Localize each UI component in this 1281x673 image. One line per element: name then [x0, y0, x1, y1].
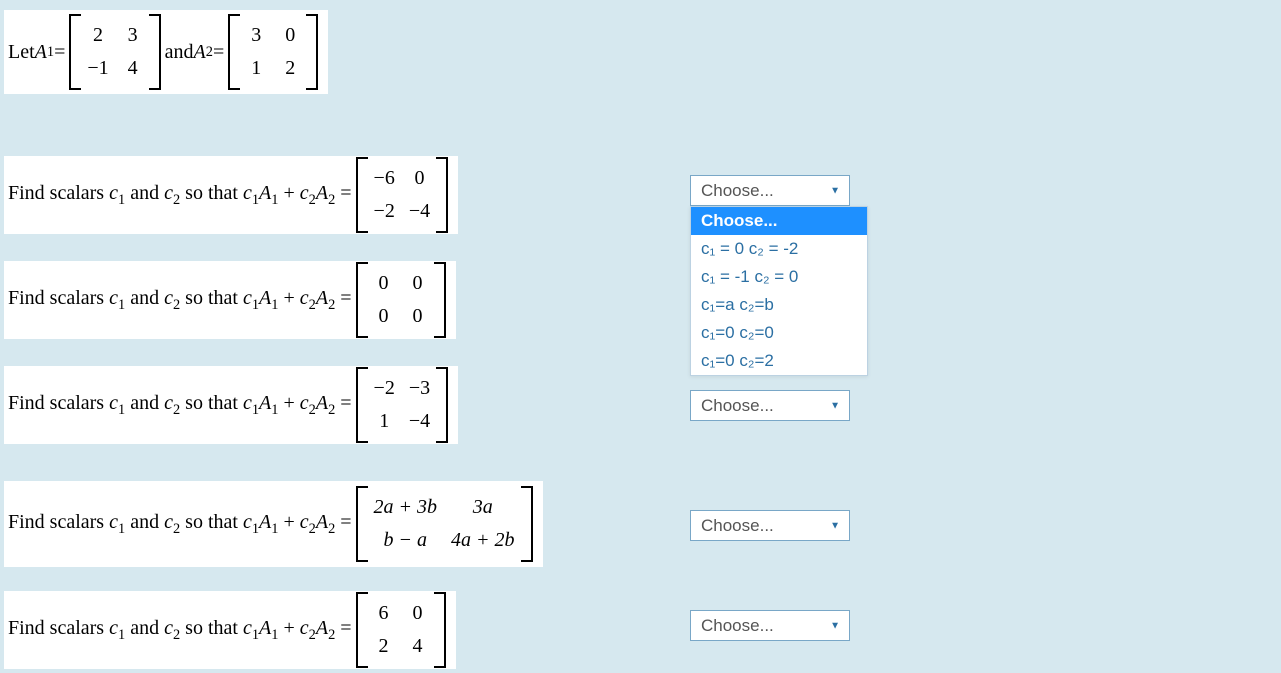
question-box-5: Find scalars c1 and c2 so that c1A1 + c2… [4, 591, 456, 669]
mcell: −4 [409, 410, 430, 433]
matrix: 2a + 3b 3a b − a 4a + 2b [356, 486, 533, 562]
answer-select-wrap-3: Choose... [690, 390, 850, 421]
matrix: 6024 [356, 592, 446, 668]
answer-select-wrap-5: Choose... [690, 610, 850, 641]
mcell: 3 [246, 24, 266, 47]
mcell: −2 [374, 377, 395, 400]
mcell: −6 [374, 167, 395, 190]
mcell: 1 [374, 410, 395, 433]
mcell: 0 [374, 305, 394, 328]
let-text: Let [8, 41, 35, 64]
prompt-text: Find scalars c1 and c2 so that c1A1 + c2… [8, 617, 352, 644]
prompt-text: Find scalars c1 and c2 so that c1A1 + c2… [8, 392, 352, 419]
mcell: 4 [123, 57, 143, 80]
matrix: −6 0 −2 −4 [356, 157, 449, 233]
question-box-2: Find scalars c1 and c2 so that c1A1 + c2… [4, 261, 456, 339]
mcell: 2a + 3b [374, 496, 438, 519]
mcell: 4a + 2b [451, 529, 515, 552]
mcell: 0 [408, 602, 428, 625]
mcell: 0 [374, 272, 394, 295]
matrix: −2 −3 1 −4 [356, 367, 449, 443]
mcell: 3 [123, 24, 143, 47]
mcell: −2 [374, 200, 395, 223]
mcell: −1 [87, 57, 108, 80]
eq1: = [54, 41, 65, 64]
answer-select-wrap-1: Choose... [690, 175, 850, 206]
prompt-text: Find scalars c1 and c2 so that c1A1 + c2… [8, 511, 352, 538]
mcell: 0 [409, 167, 430, 190]
mcell: 0 [280, 24, 300, 47]
prompt-text: Find scalars c1 and c2 so that c1A1 + c2… [8, 287, 352, 314]
mcell: −3 [409, 377, 430, 400]
mcell: 0 [408, 272, 428, 295]
mcell: 0 [408, 305, 428, 328]
answer-select-5[interactable]: Choose... [690, 610, 850, 641]
mcell: 2 [280, 57, 300, 80]
intro-box: Let A 1 = 2 3 −1 4 and A 2 = 3 0 1 2 [4, 10, 328, 94]
eq2: = [213, 41, 224, 64]
question-box-4: Find scalars c1 and c2 so that c1A1 + c2… [4, 481, 543, 567]
matrix: 0000 [356, 262, 446, 338]
answer-select-3[interactable]: Choose... [690, 390, 850, 421]
mcell: 4 [408, 635, 428, 658]
and-text: and [165, 41, 194, 64]
answer-select-4[interactable]: Choose... [690, 510, 850, 541]
answer-select-wrap-4: Choose... [690, 510, 850, 541]
mcell: 3a [451, 496, 515, 519]
matrix-A2: 3 0 1 2 [228, 14, 318, 90]
mcell: −4 [409, 200, 430, 223]
mcell: 2 [374, 635, 394, 658]
question-box-1: Find scalars c1 and c2 so that c1A1 + c2… [4, 156, 458, 234]
dropdown-option[interactable]: c₁=a c₂=b [691, 291, 867, 319]
dropdown-option[interactable]: Choose... [691, 207, 867, 235]
A2-symbol: A [194, 41, 206, 64]
A1-sub: 1 [47, 44, 54, 61]
mcell: 1 [246, 57, 266, 80]
question-box-3: Find scalars c1 and c2 so that c1A1 + c2… [4, 366, 458, 444]
dropdown-option[interactable]: c₁ = 0 c₂ = -2 [691, 235, 867, 263]
matrix-A1: 2 3 −1 4 [69, 14, 160, 90]
mcell: 2 [87, 24, 108, 47]
A1-symbol: A [35, 41, 47, 64]
mcell: 6 [374, 602, 394, 625]
dropdown-option[interactable]: c₁=0 c₂=0 [691, 319, 867, 347]
dropdown-options-list[interactable]: Choose...c₁ = 0 c₂ = -2c₁ = -1 c₂ = 0c₁=… [690, 206, 868, 376]
dropdown-option[interactable]: c₁=0 c₂=2 [691, 347, 867, 375]
dropdown-option[interactable]: c₁ = -1 c₂ = 0 [691, 263, 867, 291]
mcell: b − a [374, 529, 438, 552]
answer-select-1[interactable]: Choose... [690, 175, 850, 206]
A2-sub: 2 [206, 44, 213, 61]
prompt-text: Find scalars c1 and c2 so that c1A1 + c2… [8, 182, 352, 209]
